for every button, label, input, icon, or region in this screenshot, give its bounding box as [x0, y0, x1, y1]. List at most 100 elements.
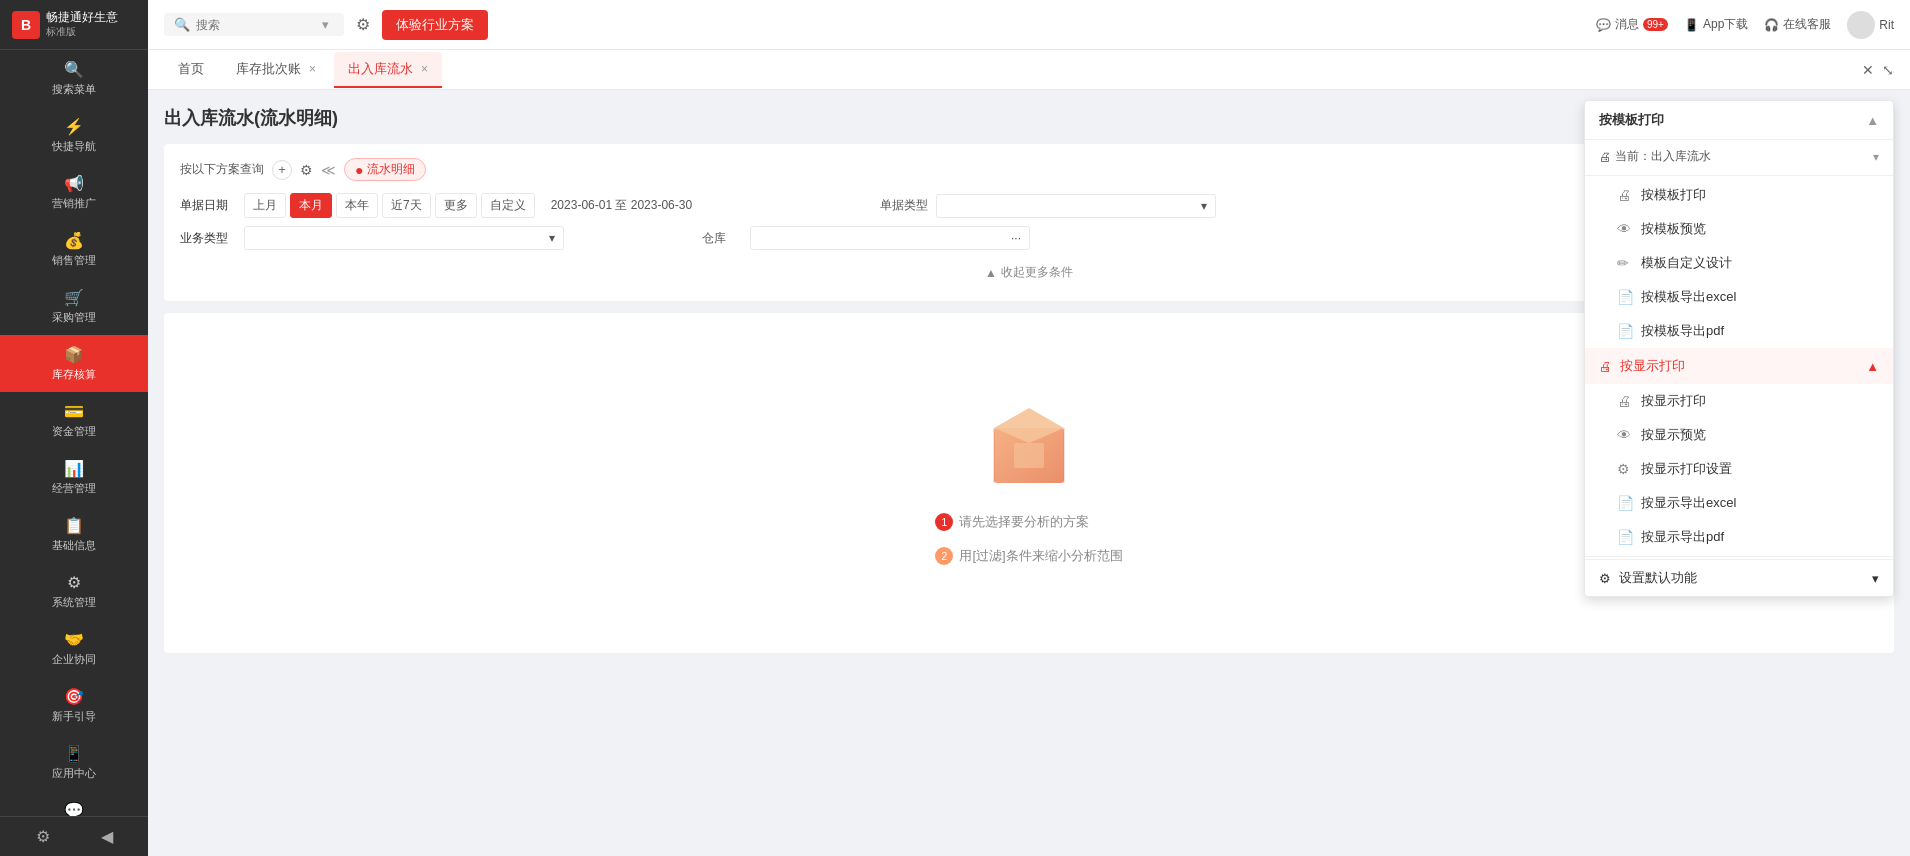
topbar-gear-icon[interactable]: ⚙: [356, 15, 370, 34]
custom-btn[interactable]: 自定义: [481, 193, 535, 218]
tab-flow[interactable]: 出入库流水 ×: [334, 52, 442, 88]
logo-sub: 标准版: [46, 25, 118, 39]
more-btn[interactable]: 更多: [435, 193, 477, 218]
dropdown-title: 按模板打印: [1599, 111, 1664, 129]
online-service-button[interactable]: 🎧 在线客服: [1764, 16, 1831, 33]
user-profile[interactable]: Rit: [1847, 11, 1894, 39]
message-icon: 💬: [1596, 18, 1611, 32]
pdf-icon-2: 📄: [1617, 529, 1633, 545]
dropdown-footer-item[interactable]: ⚙ 设置默认功能 ▾: [1585, 559, 1893, 596]
sidebar: B 畅捷通好生意 标准版 🔍 搜索菜单 ⚡ 快捷导航 📢 营销推广 💰 销售管理…: [0, 0, 148, 856]
tab-flow-close[interactable]: ×: [421, 62, 428, 76]
page-title: 出入库流水(流水明细): [164, 106, 338, 130]
empty-steps: 1 请先选择要分析的方案 2 用[过滤]条件来缩小分析范围: [935, 513, 1122, 573]
sidebar-item-guide[interactable]: 🎯 新手引导: [0, 677, 148, 734]
message-button[interactable]: 💬 消息 99+: [1596, 16, 1668, 33]
sidebar-item-coop[interactable]: 🤝 企业协同: [0, 620, 148, 677]
template-print-label: 按模板打印: [1641, 186, 1706, 204]
tab-home[interactable]: 首页: [164, 52, 218, 88]
dropdown-up-arrow[interactable]: ▲: [1866, 113, 1879, 128]
tab-bar: 首页 库存批次账 × 出入库流水 × ✕ ⤡: [148, 50, 1910, 90]
sidebar-item-basic[interactable]: 📋 基础信息: [0, 506, 148, 563]
sidebar-label-finance: 资金管理: [52, 424, 96, 439]
sidebar-icon-shortcut: ⚡: [64, 117, 84, 136]
current-arrow: ▾: [1873, 150, 1879, 164]
biz-type-dropdown-icon: ▾: [549, 231, 555, 245]
this-month-btn[interactable]: 本月: [290, 193, 332, 218]
footer-label: 设置默认功能: [1619, 569, 1697, 587]
dropdown-current-item[interactable]: 🖨 当前：出入库流水 ▾: [1585, 140, 1893, 173]
date-buttons: 上月 本月 本年 近7天 更多 自定义: [244, 193, 535, 218]
template-pdf-label: 按模板导出pdf: [1641, 322, 1724, 340]
dropdown-template-preview[interactable]: 👁 按模板预览: [1585, 212, 1893, 246]
dropdown-display-print[interactable]: 🖨 按显示打印: [1585, 384, 1893, 418]
display-section-arrow: ▲: [1866, 359, 1879, 374]
dropdown-display-section[interactable]: 🖨 按显示打印 ▲: [1585, 348, 1893, 384]
window-close-icon[interactable]: ✕: [1862, 62, 1874, 78]
sidebar-label-shortcut: 快捷导航: [52, 139, 96, 154]
dropdown-template-excel[interactable]: 📄 按模板导出excel: [1585, 280, 1893, 314]
warehouse-select[interactable]: ···: [750, 226, 1030, 250]
search-dropdown-icon[interactable]: ▾: [322, 17, 329, 32]
filter-collapse-icon[interactable]: ≪: [321, 162, 336, 178]
chevron-up-icon: ▲: [985, 266, 997, 280]
app-download-button[interactable]: 📱 App下载: [1684, 16, 1748, 33]
collapse-icon[interactable]: ◀: [101, 827, 113, 846]
sidebar-label-marketing: 营销推广: [52, 196, 96, 211]
sidebar-nav: 🔍 搜索菜单 ⚡ 快捷导航 📢 营销推广 💰 销售管理 🛒 采购管理 📦 库存核…: [0, 50, 148, 816]
this-year-btn[interactable]: 本年: [336, 193, 378, 218]
last-7-days-btn[interactable]: 近7天: [382, 193, 431, 218]
sidebar-item-marketing[interactable]: 📢 营销推广: [0, 164, 148, 221]
dropdown-header: 按模板打印 ▲: [1585, 101, 1893, 140]
sidebar-item-search[interactable]: 🔍 搜索菜单: [0, 50, 148, 107]
sidebar-item-weixin[interactable]: 💬 企业微信: [0, 791, 148, 816]
dropdown-display-settings[interactable]: ⚙ 按显示打印设置: [1585, 452, 1893, 486]
dropdown-display-pdf[interactable]: 📄 按显示导出pdf: [1585, 520, 1893, 554]
dropdown-display-preview[interactable]: 👁 按显示预览: [1585, 418, 1893, 452]
headset-icon: 🎧: [1764, 18, 1779, 32]
divider-2: [1585, 556, 1893, 557]
current-icon: 🖨: [1599, 150, 1611, 164]
app-download-label: App下载: [1703, 16, 1748, 33]
sidebar-item-apps[interactable]: 📱 应用中心: [0, 734, 148, 791]
pdf-icon-1: 📄: [1617, 323, 1633, 339]
search-input[interactable]: [196, 18, 316, 32]
sidebar-item-finance[interactable]: 💳 资金管理: [0, 392, 148, 449]
filter-tag[interactable]: ● 流水明细: [344, 158, 426, 181]
sidebar-label-operation: 经营管理: [52, 481, 96, 496]
sidebar-item-inventory[interactable]: 📦 库存核算: [0, 335, 148, 392]
template-excel-label: 按模板导出excel: [1641, 288, 1736, 306]
window-maximize-icon[interactable]: ⤡: [1882, 62, 1894, 78]
filter-settings-icon[interactable]: ⚙: [300, 162, 313, 178]
sidebar-label-search: 搜索菜单: [52, 82, 96, 97]
sidebar-item-shortcut[interactable]: ⚡ 快捷导航: [0, 107, 148, 164]
filter-add-button[interactable]: +: [272, 160, 292, 180]
tab-batch-close[interactable]: ×: [309, 62, 316, 76]
sidebar-icon-purchase: 🛒: [64, 288, 84, 307]
sidebar-item-operation[interactable]: 📊 经营管理: [0, 449, 148, 506]
tab-flow-label: 出入库流水: [348, 60, 413, 78]
sidebar-label-sales: 销售管理: [52, 253, 96, 268]
dropdown-template-print[interactable]: 🖨 按模板打印: [1585, 178, 1893, 212]
preview-icon-1: 👁: [1617, 221, 1633, 237]
biz-type-select[interactable]: ▾: [244, 226, 564, 250]
sidebar-item-sales[interactable]: 💰 销售管理: [0, 221, 148, 278]
dropdown-template-design[interactable]: ✏ 模板自定义设计: [1585, 246, 1893, 280]
dropdown-template-pdf[interactable]: 📄 按模板导出pdf: [1585, 314, 1893, 348]
dropdown-display-excel[interactable]: 📄 按显示导出excel: [1585, 486, 1893, 520]
topbar-search-box[interactable]: 🔍 ▾: [164, 13, 344, 36]
phone-icon: 📱: [1684, 18, 1699, 32]
voucher-type-select[interactable]: ▾: [936, 194, 1216, 218]
settings-icon[interactable]: ⚙: [36, 827, 50, 846]
trial-button[interactable]: 体验行业方案: [382, 10, 488, 40]
sidebar-label-system: 系统管理: [52, 595, 96, 610]
topbar-right: 💬 消息 99+ 📱 App下载 🎧 在线客服 Rit: [1596, 11, 1894, 39]
sidebar-item-purchase[interactable]: 🛒 采购管理: [0, 278, 148, 335]
settings-icon-2: ⚙: [1617, 461, 1633, 477]
date-filter-label: 单据日期: [180, 197, 236, 214]
window-controls: ✕ ⤡: [1862, 62, 1894, 78]
last-month-btn[interactable]: 上月: [244, 193, 286, 218]
tab-batch[interactable]: 库存批次账 ×: [222, 52, 330, 88]
sidebar-item-system[interactable]: ⚙ 系统管理: [0, 563, 148, 620]
display-preview-label: 按显示预览: [1641, 426, 1706, 444]
